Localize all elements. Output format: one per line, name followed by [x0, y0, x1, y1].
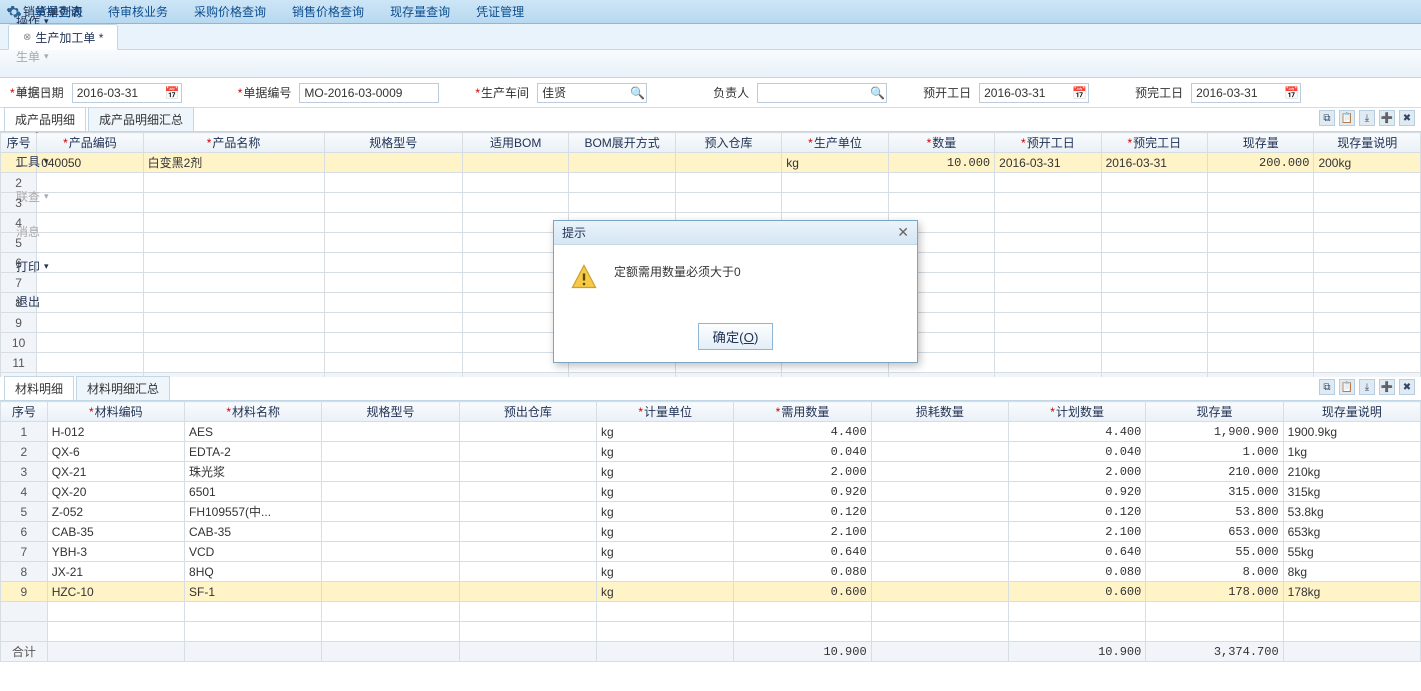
- dialog-message: 定额需用数量必须大于0: [614, 263, 741, 280]
- dialog-title: 提示: [562, 224, 586, 241]
- warning-icon: [570, 263, 598, 291]
- modal-overlay: 提示 ✕ 定额需用数量必须大于0 确定(O): [0, 0, 1421, 691]
- ok-button[interactable]: 确定(O): [698, 323, 774, 350]
- alert-dialog: 提示 ✕ 定额需用数量必须大于0 确定(O): [553, 220, 918, 363]
- close-icon[interactable]: ✕: [897, 224, 909, 241]
